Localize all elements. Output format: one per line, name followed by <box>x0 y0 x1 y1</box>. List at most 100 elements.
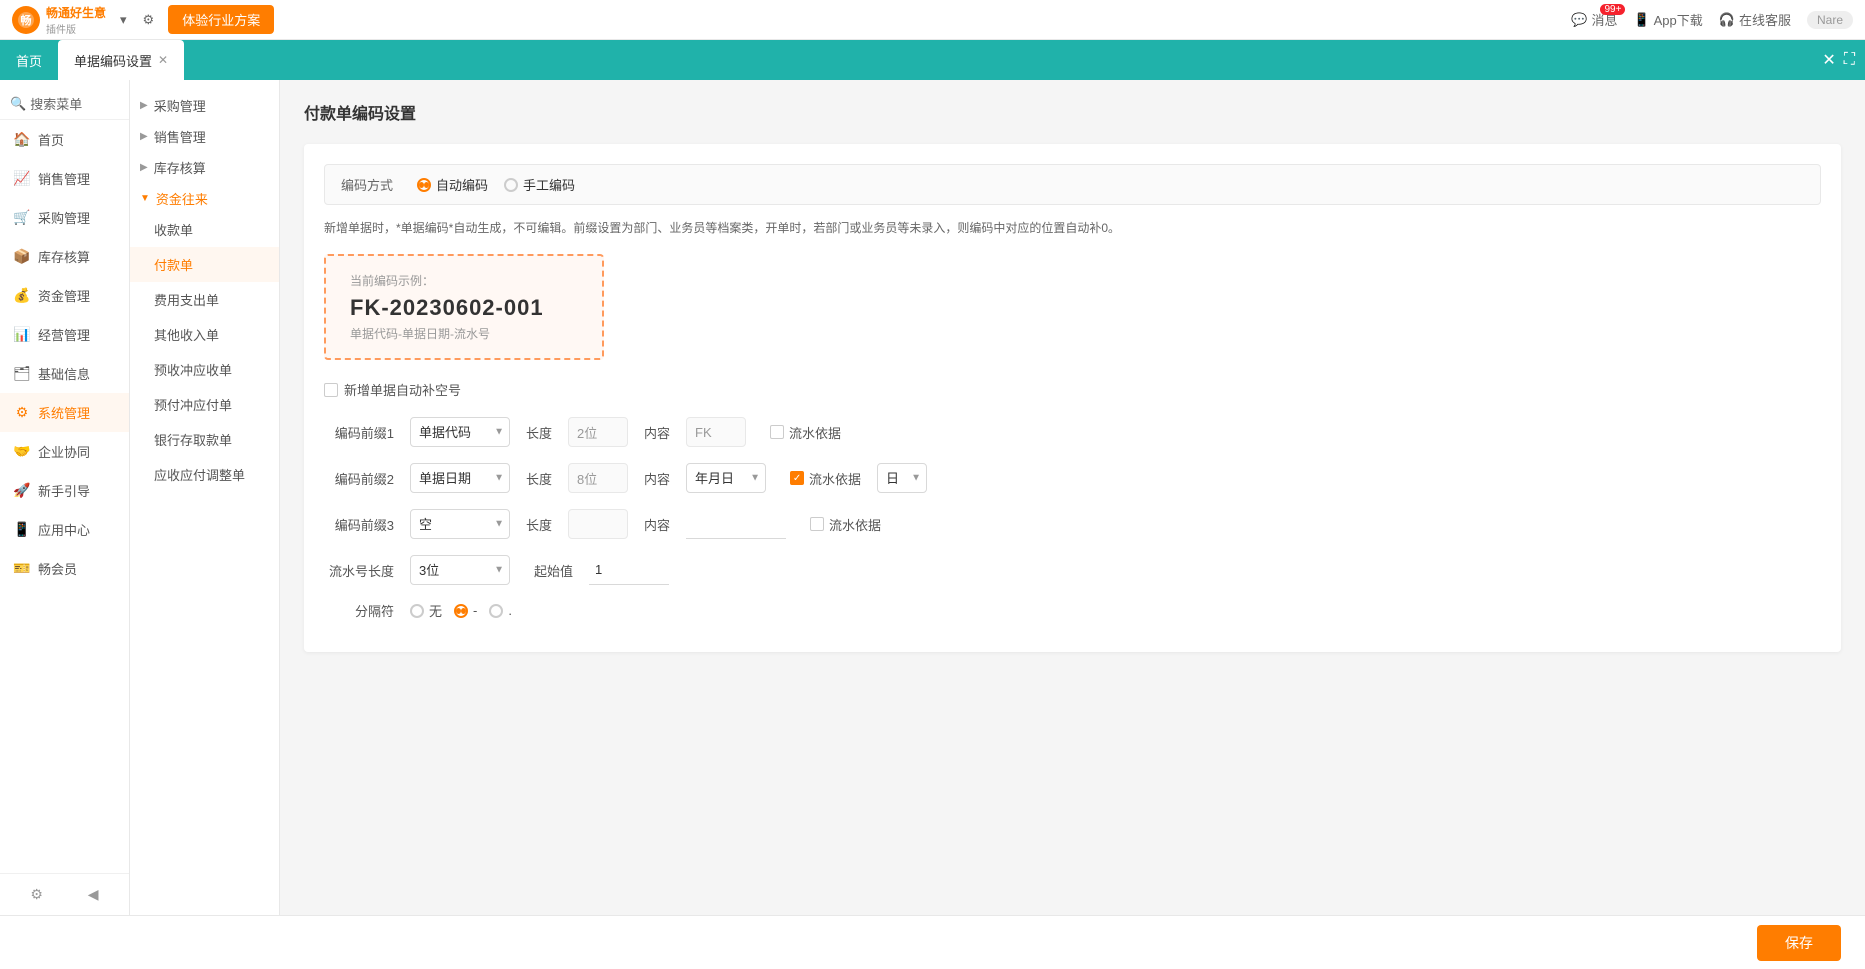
sidebar-item-sales[interactable]: 📈 销售管理 <box>0 159 129 198</box>
sep-dash-radio[interactable]: - <box>454 603 477 618</box>
encoding-mode-row: 编码方式 自动编码 手工编码 <box>324 164 1821 205</box>
waterfall2-period-select[interactable]: 日 月 年 <box>877 463 927 493</box>
length3-input[interactable] <box>568 509 628 539</box>
message-button[interactable]: 💬 消息 99+ <box>1571 10 1617 29</box>
nav-arrow-sales: ▶ <box>140 131 148 142</box>
info-text: 新增单据时，*单据编码*自动生成，不可编辑。前缀设置为部门、业务员等档案类，开单… <box>324 219 1821 238</box>
auto-code-radio[interactable]: 自动编码 <box>417 175 488 194</box>
tab-expand-button[interactable]: ⛶ <box>1844 50 1855 70</box>
nav-item-bank-deposit[interactable]: 银行存取款单 <box>130 422 279 457</box>
waterfall1-checkbox-box <box>770 425 784 439</box>
nav-item-prepay-receivable[interactable]: 预收冲应收单 <box>130 352 279 387</box>
length1-label: 长度 <box>526 423 552 442</box>
separator-label: 分隔符 <box>324 601 394 620</box>
nav-arrow-button[interactable]: ▾ <box>114 8 133 32</box>
waterfall3-label: 流水依据 <box>829 515 881 534</box>
nav-item-prepay-payable[interactable]: 预付冲应付单 <box>130 387 279 422</box>
waterfall3-checkbox[interactable]: 流水依据 <box>810 515 881 534</box>
logo-text: 畅通好生意 插件版 <box>46 4 106 36</box>
start-val-label: 起始值 <box>534 561 573 580</box>
sep-none-radio[interactable]: 无 <box>410 601 442 620</box>
cta-button[interactable]: 体验行业方案 <box>168 5 274 34</box>
serial-len-select-wrapper: 3位 4位 5位 6位 ▼ <box>410 555 510 585</box>
nav-group-purchase[interactable]: ▶ 采购管理 <box>130 88 279 119</box>
enterprise-icon: 🤝 <box>14 444 30 460</box>
logo-icon: 畅 <box>12 6 40 34</box>
nav-group-capital[interactable]: ▼ 资金往来 <box>130 181 279 212</box>
sidebar-operations-label: 经营管理 <box>38 325 90 344</box>
sidebar-purchase-label: 采购管理 <box>38 208 90 227</box>
inventory-icon: 📦 <box>14 249 30 265</box>
nav-group-sales[interactable]: ▶ 销售管理 <box>130 119 279 150</box>
settings-button[interactable]: ⚙ <box>137 8 161 32</box>
tab-home[interactable]: 首页 <box>0 40 58 80</box>
start-val-input[interactable] <box>589 555 669 585</box>
nav-expense-label: 费用支出单 <box>154 290 219 309</box>
sidebar-settings-button[interactable]: ⚙ <box>26 882 47 907</box>
sidebar-item-enterprise[interactable]: 🤝 企业协同 <box>0 432 129 471</box>
sidebar-item-base[interactable]: 🗂 基础信息 <box>0 354 129 393</box>
nav-item-ar-ap-adjust[interactable]: 应收应付调整单 <box>130 457 279 492</box>
sidebar-base-label: 基础信息 <box>38 364 90 383</box>
nav-item-expense[interactable]: 费用支出单 <box>130 282 279 317</box>
user-info[interactable]: Nare <box>1807 11 1853 29</box>
topbar-nav: ▾ ⚙ <box>114 8 160 32</box>
waterfall1-checkbox[interactable]: 流水依据 <box>770 423 841 442</box>
content3-input[interactable] <box>686 509 786 539</box>
length2-input[interactable] <box>568 463 628 493</box>
preview-box: 当前编码示例： FK-20230602-001 单据代码-单据日期-流水号 <box>324 254 604 360</box>
waterfall3-checkbox-box <box>810 517 824 531</box>
sidebar-search[interactable]: 🔍 搜索菜单 <box>0 88 129 120</box>
message-icon: 💬 <box>1571 12 1587 28</box>
tab-close-icon[interactable]: ✕ <box>158 53 168 67</box>
nav-item-receipt[interactable]: 收款单 <box>130 212 279 247</box>
nav-item-other-income[interactable]: 其他收入单 <box>130 317 279 352</box>
download-button[interactable]: 📱 App下载 <box>1633 10 1702 29</box>
sep-none-circle <box>410 604 424 618</box>
sidebar-item-apps[interactable]: 📱 应用中心 <box>0 510 129 549</box>
manual-code-radio[interactable]: 手工编码 <box>504 175 575 194</box>
auto-fill-checkbox-row[interactable]: 新增单据自动补空号 <box>324 380 1821 399</box>
sidebar-item-system[interactable]: ⚙ 系统管理 <box>0 393 129 432</box>
nav-group-inventory[interactable]: ▶ 库存核算 <box>130 150 279 181</box>
apps-icon: 📱 <box>14 522 30 538</box>
prefix1-select[interactable]: 单据代码 单据日期 空 <box>410 417 510 447</box>
sidebar-item-guide[interactable]: 🚀 新手引导 <box>0 471 129 510</box>
waterfall1-label: 流水依据 <box>789 423 841 442</box>
save-button[interactable]: 保存 <box>1757 925 1841 961</box>
base-icon: 🗂 <box>14 366 30 382</box>
finance-icon: 💰 <box>14 288 30 304</box>
operations-icon: 📊 <box>14 327 30 343</box>
nav-receipt-label: 收款单 <box>154 220 193 239</box>
sidebar-item-inventory[interactable]: 📦 库存核算 <box>0 237 129 276</box>
sidebar-item-home[interactable]: 🏠 首页 <box>0 120 129 159</box>
waterfall2-checkbox[interactable]: ✓ 流水依据 <box>790 469 861 488</box>
sidebar-item-operations[interactable]: 📊 经营管理 <box>0 315 129 354</box>
tab-encode-settings[interactable]: 单据编码设置 ✕ <box>58 40 184 80</box>
bottom-bar: 保存 <box>0 915 1865 969</box>
sep-dot-radio[interactable]: . <box>489 603 512 618</box>
sidebar-system-label: 系统管理 <box>38 403 90 422</box>
content1-input[interactable] <box>686 417 746 447</box>
separator-radio-group: 无 - . <box>410 601 512 620</box>
tab-close-all-button[interactable]: ✕ <box>1822 50 1835 70</box>
sidebar-item-finance[interactable]: 💰 资金管理 <box>0 276 129 315</box>
nav-item-payment[interactable]: 付款单 <box>130 247 279 282</box>
content2-select[interactable]: 年月日 年月 年 <box>686 463 766 493</box>
sidebar-finance-label: 资金管理 <box>38 286 90 305</box>
prefix2-select[interactable]: 单据日期 单据代码 空 <box>410 463 510 493</box>
prefix3-select-wrapper: 空 单据代码 单据日期 ▼ <box>410 509 510 539</box>
auto-fill-checkbox[interactable] <box>324 383 338 397</box>
topbar: 畅 畅通好生意 插件版 ▾ ⚙ 体验行业方案 💬 消息 99+ 📱 App下载 … <box>0 0 1865 40</box>
sidebar-item-member[interactable]: 🎫 畅会员 <box>0 549 129 588</box>
sep-none-label: 无 <box>429 601 442 620</box>
sidebar-collapse-button[interactable]: ◀ <box>84 882 103 907</box>
serial-len-select[interactable]: 3位 4位 5位 6位 <box>410 555 510 585</box>
prefix3-label: 编码前缀3 <box>324 515 394 534</box>
nav-group-sales-label: 销售管理 <box>154 127 206 146</box>
sidebar-item-purchase[interactable]: 🛒 采购管理 <box>0 198 129 237</box>
sidebar-bottom: ⚙ ◀ <box>0 873 129 915</box>
length1-input[interactable] <box>568 417 628 447</box>
service-button[interactable]: 🎧 在线客服 <box>1719 10 1791 29</box>
prefix3-select[interactable]: 空 单据代码 单据日期 <box>410 509 510 539</box>
